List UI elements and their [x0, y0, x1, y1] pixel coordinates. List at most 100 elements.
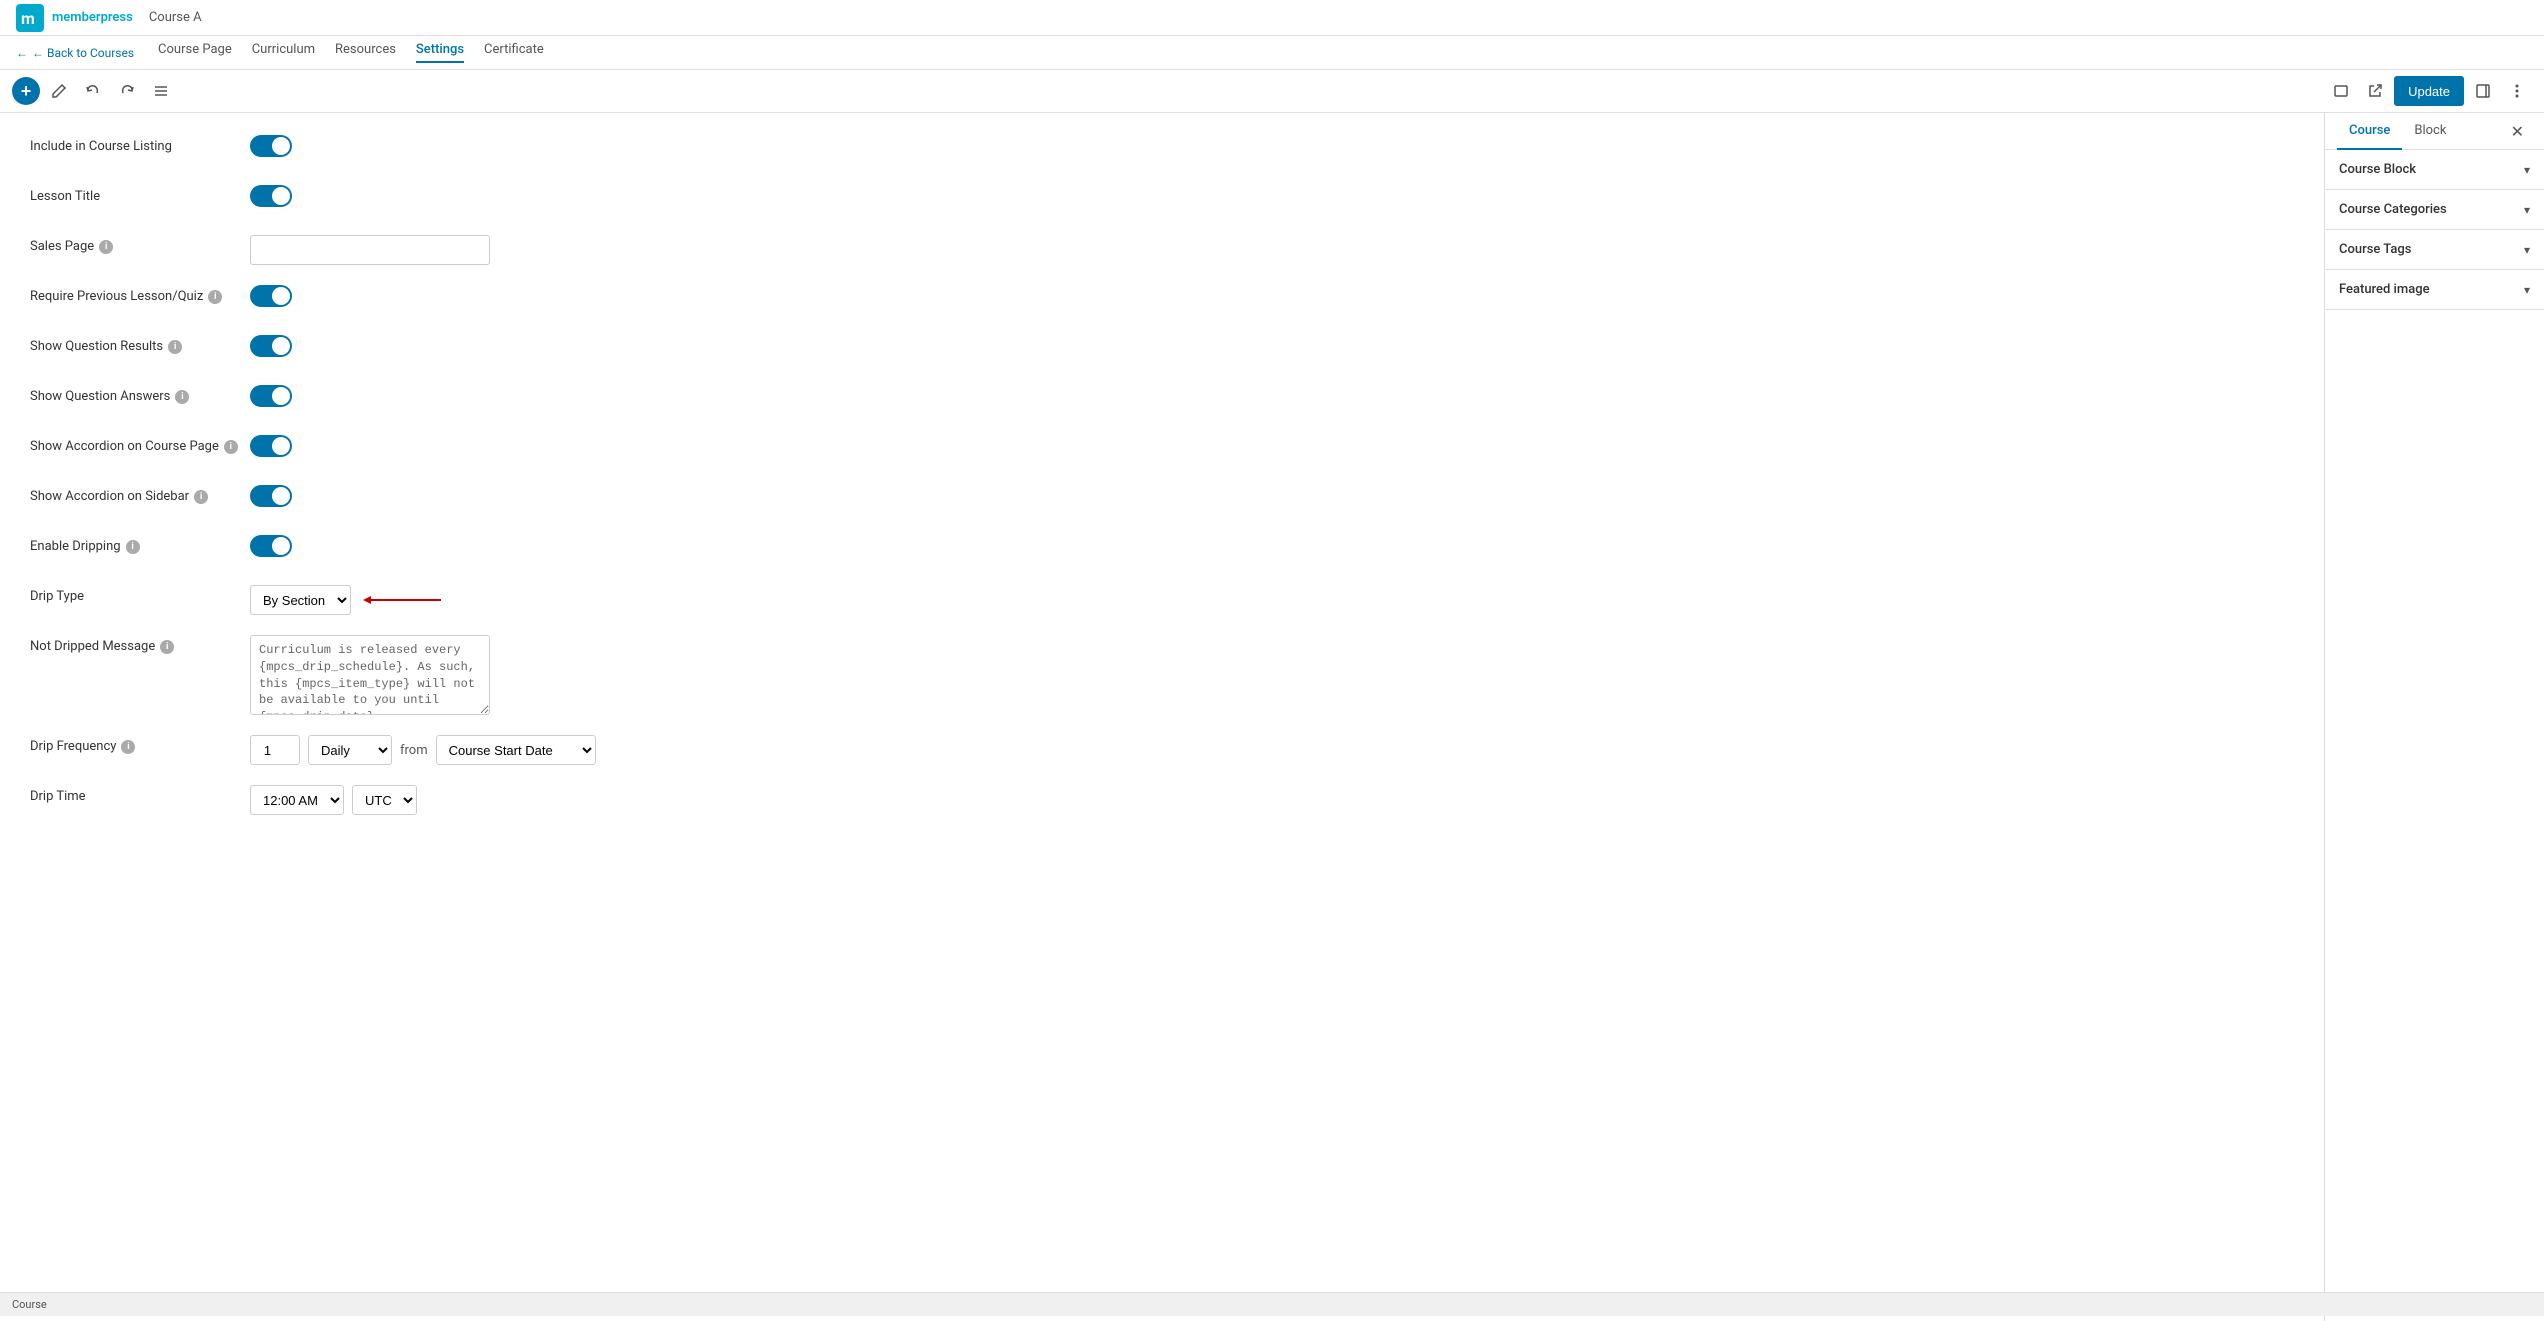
drip-type-control: By Section By Lesson By Course [250, 583, 2294, 615]
update-button[interactable]: Update [2394, 76, 2464, 106]
show-accordion-course-row: Show Accordion on Course Page i [30, 433, 2294, 465]
main-layout: Include in Course Listing Lesson Title [0, 113, 2544, 1321]
course-title-top: Course A [149, 10, 202, 25]
course-tags-section-header[interactable]: Course Tags ▾ [2325, 230, 2544, 269]
show-question-results-info-icon[interactable]: i [168, 340, 182, 354]
drip-type-row: Drip Type By Section By Lesson By Course [30, 583, 2294, 615]
featured-image-section-header[interactable]: Featured image ▾ [2325, 270, 2544, 309]
drip-time-control: 12:00 AM 1:00 AM 2:00 AM UTC EST PST [250, 783, 2294, 815]
drip-timezone-select[interactable]: UTC EST PST [352, 785, 417, 815]
list-icon [153, 83, 169, 99]
drip-time-row: Drip Time 12:00 AM 1:00 AM 2:00 AM UTC E… [30, 783, 2294, 815]
more-options-button[interactable] [2502, 76, 2532, 106]
show-accordion-course-control [250, 433, 2294, 457]
nav-course-page[interactable]: Course Page [158, 42, 232, 63]
show-accordion-course-label: Show Accordion on Course Page i [30, 433, 250, 454]
toolbar-right: Update [2326, 76, 2532, 106]
require-previous-control [250, 283, 2294, 307]
lesson-title-row: Lesson Title [30, 183, 2294, 215]
drip-frequency-info-icon[interactable]: i [121, 740, 135, 754]
show-question-answers-label: Show Question Answers i [30, 383, 250, 404]
include-in-course-listing-toggle[interactable] [250, 135, 292, 157]
sales-page-row: Sales Page i [30, 233, 2294, 265]
lesson-title-label: Lesson Title [30, 183, 250, 204]
not-dripped-message-label: Not Dripped Message i [30, 633, 250, 654]
nav-certificate[interactable]: Certificate [484, 42, 544, 63]
drip-period-select[interactable]: Daily Weekly Monthly [308, 735, 392, 765]
undo-button[interactable] [78, 76, 108, 106]
sales-page-control [250, 233, 2294, 265]
back-to-courses-label: ← Back to Courses [32, 46, 134, 60]
show-accordion-course-info-icon[interactable]: i [224, 440, 238, 454]
show-accordion-course-toggle[interactable] [250, 435, 292, 457]
top-bar: m memberpress Course A [0, 0, 2544, 36]
toolbar-left: + [12, 76, 176, 106]
show-accordion-sidebar-info-icon[interactable]: i [194, 490, 208, 504]
nav-resources[interactable]: Resources [335, 42, 396, 63]
drip-type-label: Drip Type [30, 583, 250, 604]
pencil-icon [51, 83, 67, 99]
lesson-title-control [250, 183, 2294, 207]
sidebar-tab-block[interactable]: Block [2402, 113, 2458, 150]
course-tags-chevron-icon: ▾ [2524, 243, 2530, 257]
lesson-title-toggle[interactable] [250, 185, 292, 207]
sales-page-input[interactable] [250, 235, 490, 265]
course-block-section-title: Course Block [2339, 162, 2416, 177]
sidebar-toggle-button[interactable] [2468, 76, 2498, 106]
featured-image-section-title: Featured image [2339, 282, 2430, 297]
show-question-answers-info-icon[interactable]: i [175, 390, 189, 404]
sales-page-info-icon[interactable]: i [99, 240, 113, 254]
course-categories-section: Course Categories ▾ [2325, 190, 2544, 230]
redo-icon [119, 83, 135, 99]
drip-time-select[interactable]: 12:00 AM 1:00 AM 2:00 AM [250, 785, 344, 815]
nav-links: Course Page Curriculum Resources Setting… [158, 42, 544, 63]
drip-type-select[interactable]: By Section By Lesson By Course [250, 585, 351, 615]
course-categories-chevron-icon: ▾ [2524, 203, 2530, 217]
enable-dripping-toggle[interactable] [250, 535, 292, 557]
back-arrow-icon: ← [16, 46, 28, 60]
course-block-section: Course Block ▾ [2325, 150, 2544, 190]
status-bar: Course [0, 1292, 2544, 1316]
content-area: Include in Course Listing Lesson Title [0, 113, 2324, 1321]
show-accordion-sidebar-toggle[interactable] [250, 485, 292, 507]
show-question-results-toggle[interactable] [250, 335, 292, 357]
redo-button[interactable] [112, 76, 142, 106]
arrow-annotation [361, 592, 451, 608]
show-question-answers-control [250, 383, 2294, 407]
course-categories-section-header[interactable]: Course Categories ▾ [2325, 190, 2544, 229]
list-view-button[interactable] [146, 76, 176, 106]
more-icon [2509, 83, 2525, 99]
view-icon [2333, 83, 2349, 99]
drip-from-select[interactable]: Course Start Date Membership Start Date … [436, 735, 596, 765]
external-link-icon [2367, 83, 2383, 99]
drip-frequency-control: Daily Weekly Monthly from Course Start D… [250, 733, 2294, 765]
add-block-button[interactable]: + [12, 77, 40, 105]
enable-dripping-info-icon[interactable]: i [126, 540, 140, 554]
require-previous-row: Require Previous Lesson/Quiz i [30, 283, 2294, 315]
drip-frequency-number[interactable] [250, 735, 300, 765]
tools-button[interactable] [44, 76, 74, 106]
course-block-section-header[interactable]: Course Block ▾ [2325, 150, 2544, 189]
featured-image-section: Featured image ▾ [2325, 270, 2544, 310]
not-dripped-message-control: Curriculum is released every {mpcs_drip_… [250, 633, 2294, 715]
view-button[interactable] [2326, 76, 2356, 106]
back-to-courses-link[interactable]: ← ← Back to Courses [16, 46, 134, 60]
status-bar-text: Course [12, 1298, 47, 1311]
nav-settings[interactable]: Settings [416, 42, 464, 63]
course-categories-section-title: Course Categories [2339, 202, 2447, 217]
sidebar-close-button[interactable]: ✕ [2503, 113, 2532, 149]
secondary-nav: ← ← Back to Courses Course Page Curricul… [0, 36, 2544, 70]
require-previous-info-icon[interactable]: i [208, 290, 222, 304]
sidebar-tab-course[interactable]: Course [2337, 113, 2402, 150]
brand-name: memberpress [52, 10, 133, 25]
course-tags-section-title: Course Tags [2339, 242, 2411, 257]
require-previous-toggle[interactable] [250, 285, 292, 307]
not-dripped-message-textarea[interactable]: Curriculum is released every {mpcs_drip_… [250, 635, 490, 715]
external-link-button[interactable] [2360, 76, 2390, 106]
enable-dripping-row: Enable Dripping i [30, 533, 2294, 565]
svg-text:m: m [21, 9, 35, 28]
not-dripped-message-info-icon[interactable]: i [160, 640, 174, 654]
enable-dripping-label: Enable Dripping i [30, 533, 250, 554]
show-question-answers-toggle[interactable] [250, 385, 292, 407]
nav-curriculum[interactable]: Curriculum [252, 42, 315, 63]
